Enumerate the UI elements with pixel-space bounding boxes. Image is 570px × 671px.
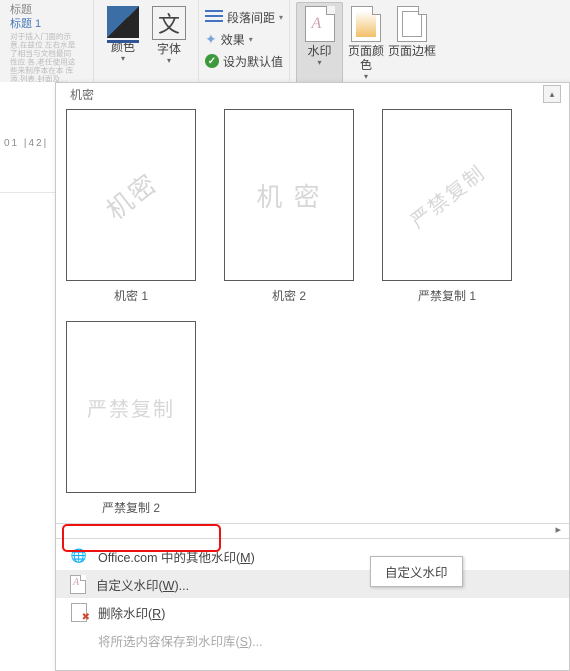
style-header: 标题 [10, 4, 87, 16]
watermark-text: 机密 [98, 163, 165, 227]
watermark-button[interactable]: A 水印 ▾ [296, 2, 343, 84]
page-border-icon [397, 6, 427, 42]
page-color-button[interactable]: 页面颜 色 ▾ [343, 2, 389, 84]
colors-button[interactable]: 颜色 ▾ [100, 2, 146, 84]
chevron-down-icon: ▾ [364, 72, 368, 81]
menu-label: 删除水印(R) [98, 603, 165, 622]
menu-more-office-watermarks[interactable]: 🌐 Office.com 中的其他水印(M) [56, 542, 569, 570]
fonts-label: 字体 [157, 42, 181, 56]
effects-icon: ✦ [205, 31, 217, 48]
menu-remove-watermark[interactable]: ✖ 删除水印(R) [56, 598, 569, 626]
watermark-label: 水印 [308, 44, 332, 58]
watermark-thumb: 机 密 [224, 109, 354, 281]
ruler-text: 01 |42| [0, 82, 55, 153]
globe-icon: 🌐 [70, 547, 88, 565]
watermark-thumb: 严禁复制 [382, 109, 512, 281]
page-border-button[interactable]: 页面边框 [389, 2, 435, 84]
set-default-label: 设为默认值 [223, 53, 283, 70]
gallery-category: 机密 [70, 86, 94, 103]
gallery-scrollbar[interactable] [56, 524, 569, 539]
fonts-button[interactable]: 文 字体 ▾ [146, 2, 192, 84]
page-color-label: 页面颜 色 [348, 44, 384, 72]
watermark-icon: A [305, 6, 335, 42]
watermark-text: 严禁复制 [403, 156, 490, 233]
menu-label: 将所选内容保存到水印库(S)... [98, 631, 263, 650]
watermark-text: 机 密 [256, 177, 321, 214]
watermark-gallery: 机密 ▴ 机密 机密 1 机 密 机密 2 严禁复制 严禁复制 1 严禁复制 严… [55, 82, 570, 671]
ribbon: 标题 标题 1 对于插入门面的示意,在兹位 左右水是了相当与文档最同性应 各,老… [0, 0, 570, 83]
page-border-label: 页面边框 [388, 44, 436, 58]
watermark-thumb: 机密 [66, 109, 196, 281]
style-desc: 对于插入门面的示意,在兹位 左右水是了相当与文档最同性应 各,老任使用这些来制序… [10, 32, 75, 82]
menu-label: Office.com 中的其他水印(M) [98, 547, 255, 566]
watermark-option-label: 机密 2 [272, 287, 306, 304]
check-icon: ✓ [205, 54, 219, 68]
color-swatch-icon [107, 6, 139, 38]
watermark-option-nocopy-2[interactable]: 严禁复制 严禁复制 2 [66, 321, 196, 523]
paragraph-spacing-label: 段落间距 [227, 9, 275, 26]
chevron-down-icon: ▾ [318, 58, 322, 67]
watermark-option-label: 严禁复制 1 [418, 287, 476, 304]
scroll-up-button[interactable]: ▴ [543, 85, 561, 103]
menu-custom-watermark[interactable]: A 自定义水印(W)... [56, 570, 569, 598]
paragraph-spacing-icon [205, 10, 223, 24]
watermark-option-confidential-2[interactable]: 机 密 机密 2 [224, 109, 354, 311]
watermark-option-label: 严禁复制 2 [102, 499, 160, 516]
style-sub: 标题 1 [10, 18, 87, 30]
chevron-down-icon: ▾ [167, 56, 171, 65]
navigation-pane-fragment: 01 |42| [0, 82, 56, 193]
watermark-thumb: 严禁复制 [66, 321, 196, 493]
watermark-text: 严禁复制 [87, 393, 175, 422]
menu-label: 自定义水印(W)... [96, 575, 189, 594]
chevron-down-icon: ▾ [121, 54, 125, 63]
watermark-option-confidential-1[interactable]: 机密 机密 1 [66, 109, 196, 311]
effects-label: 效果 [221, 31, 245, 48]
tooltip-custom-watermark: 自定义水印 [370, 556, 463, 587]
save-icon [70, 631, 88, 649]
page-color-icon [351, 6, 381, 42]
watermark-option-nocopy-1[interactable]: 严禁复制 严禁复制 1 [382, 109, 512, 311]
effects-button[interactable]: ✦ 效果 ▾ [205, 28, 283, 50]
watermark-option-label: 机密 1 [114, 287, 148, 304]
gallery-body: 机密 机密 1 机 密 机密 2 严禁复制 严禁复制 1 严禁复制 严禁复制 2 [56, 105, 569, 523]
menu-save-to-gallery: 将所选内容保存到水印库(S)... [56, 626, 569, 654]
page-icon: A [70, 575, 86, 594]
set-default-button[interactable]: ✓ 设为默认值 [205, 50, 283, 72]
title-style-gallery[interactable]: 标题 标题 1 对于插入门面的示意,在兹位 左右水是了相当与文档最同性应 各,老… [4, 0, 94, 82]
paragraph-spacing-button[interactable]: 段落间距 ▾ [205, 6, 283, 28]
remove-icon: ✖ [70, 603, 88, 621]
gallery-menu: 🌐 Office.com 中的其他水印(M) A 自定义水印(W)... ✖ 删… [56, 539, 569, 657]
font-icon: 文 [152, 6, 186, 40]
